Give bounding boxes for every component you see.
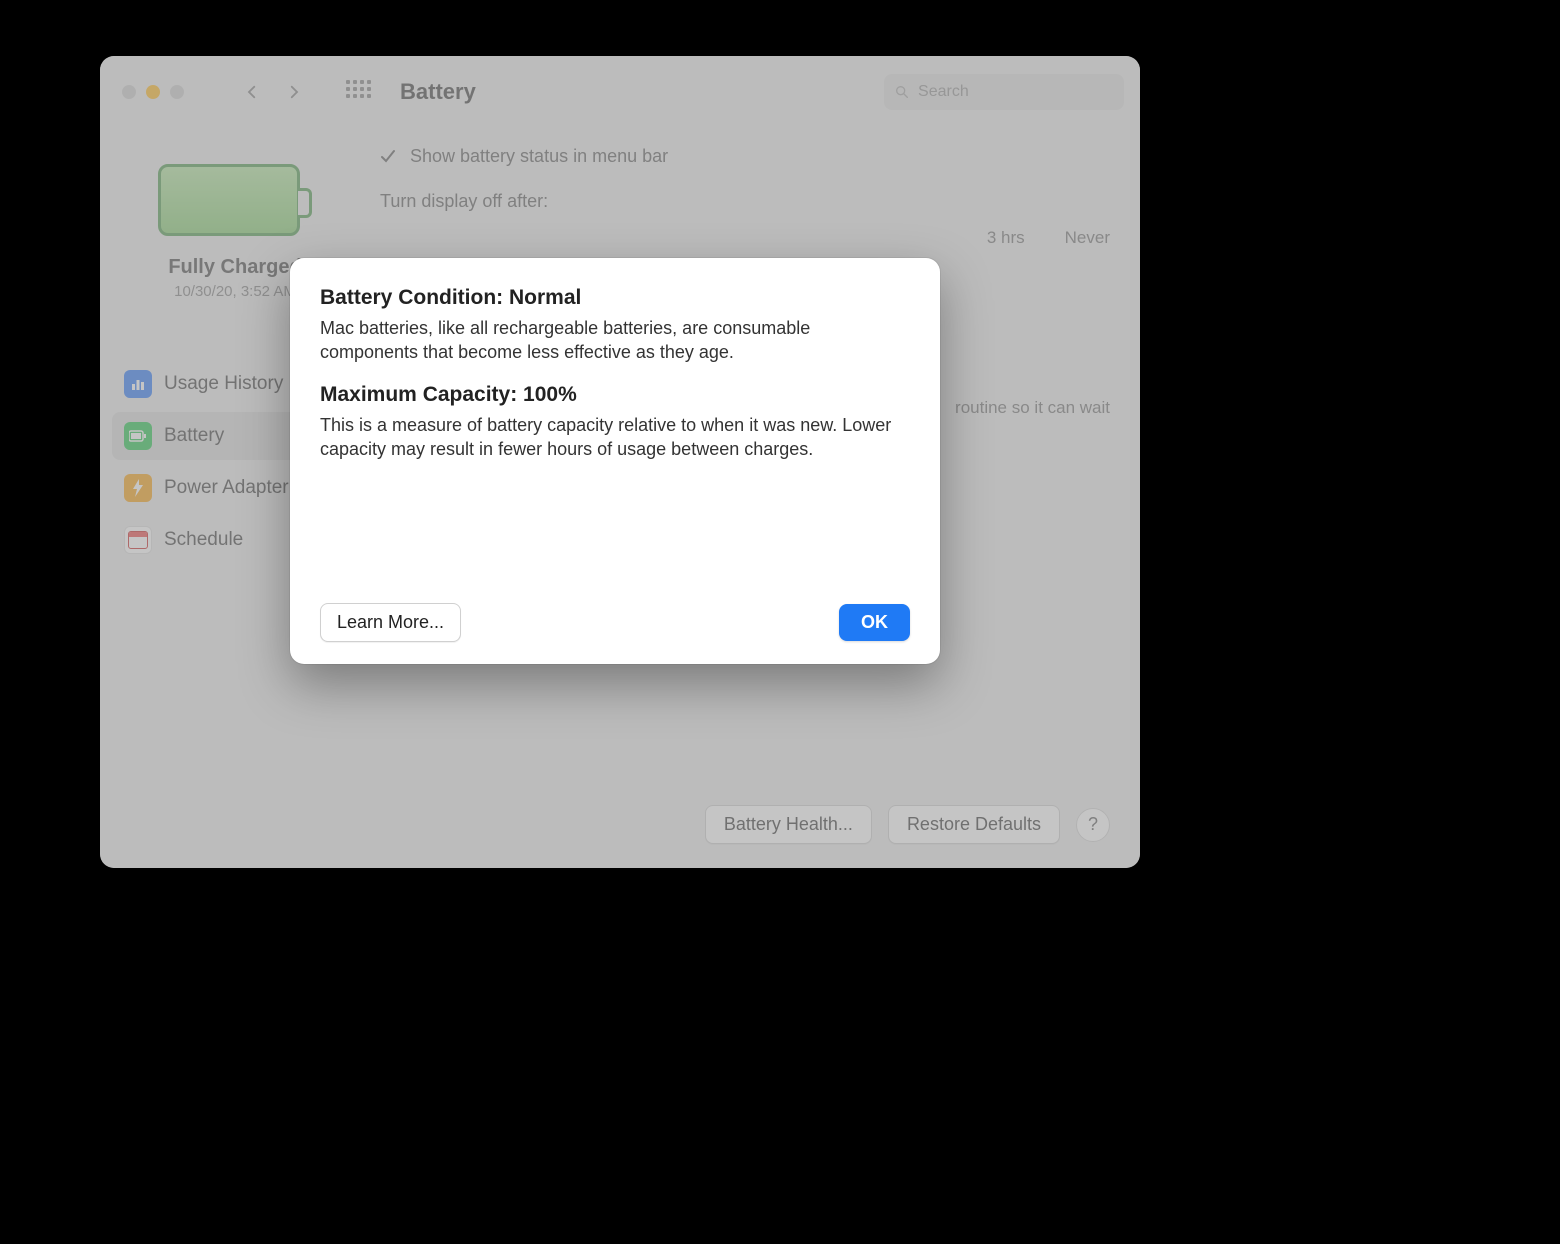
maximum-capacity-heading: Maximum Capacity: 100%	[320, 383, 910, 407]
learn-more-button[interactable]: Learn More...	[320, 603, 461, 642]
battery-condition-heading: Battery Condition: Normal	[320, 286, 910, 310]
dialog-footer: Learn More... OK	[320, 603, 910, 642]
battery-health-dialog: Battery Condition: Normal Mac batteries,…	[290, 258, 940, 664]
battery-condition-body: Mac batteries, like all rechargeable bat…	[320, 316, 910, 365]
maximum-capacity-body: This is a measure of battery capacity re…	[320, 413, 910, 462]
ok-button[interactable]: OK	[839, 604, 910, 641]
